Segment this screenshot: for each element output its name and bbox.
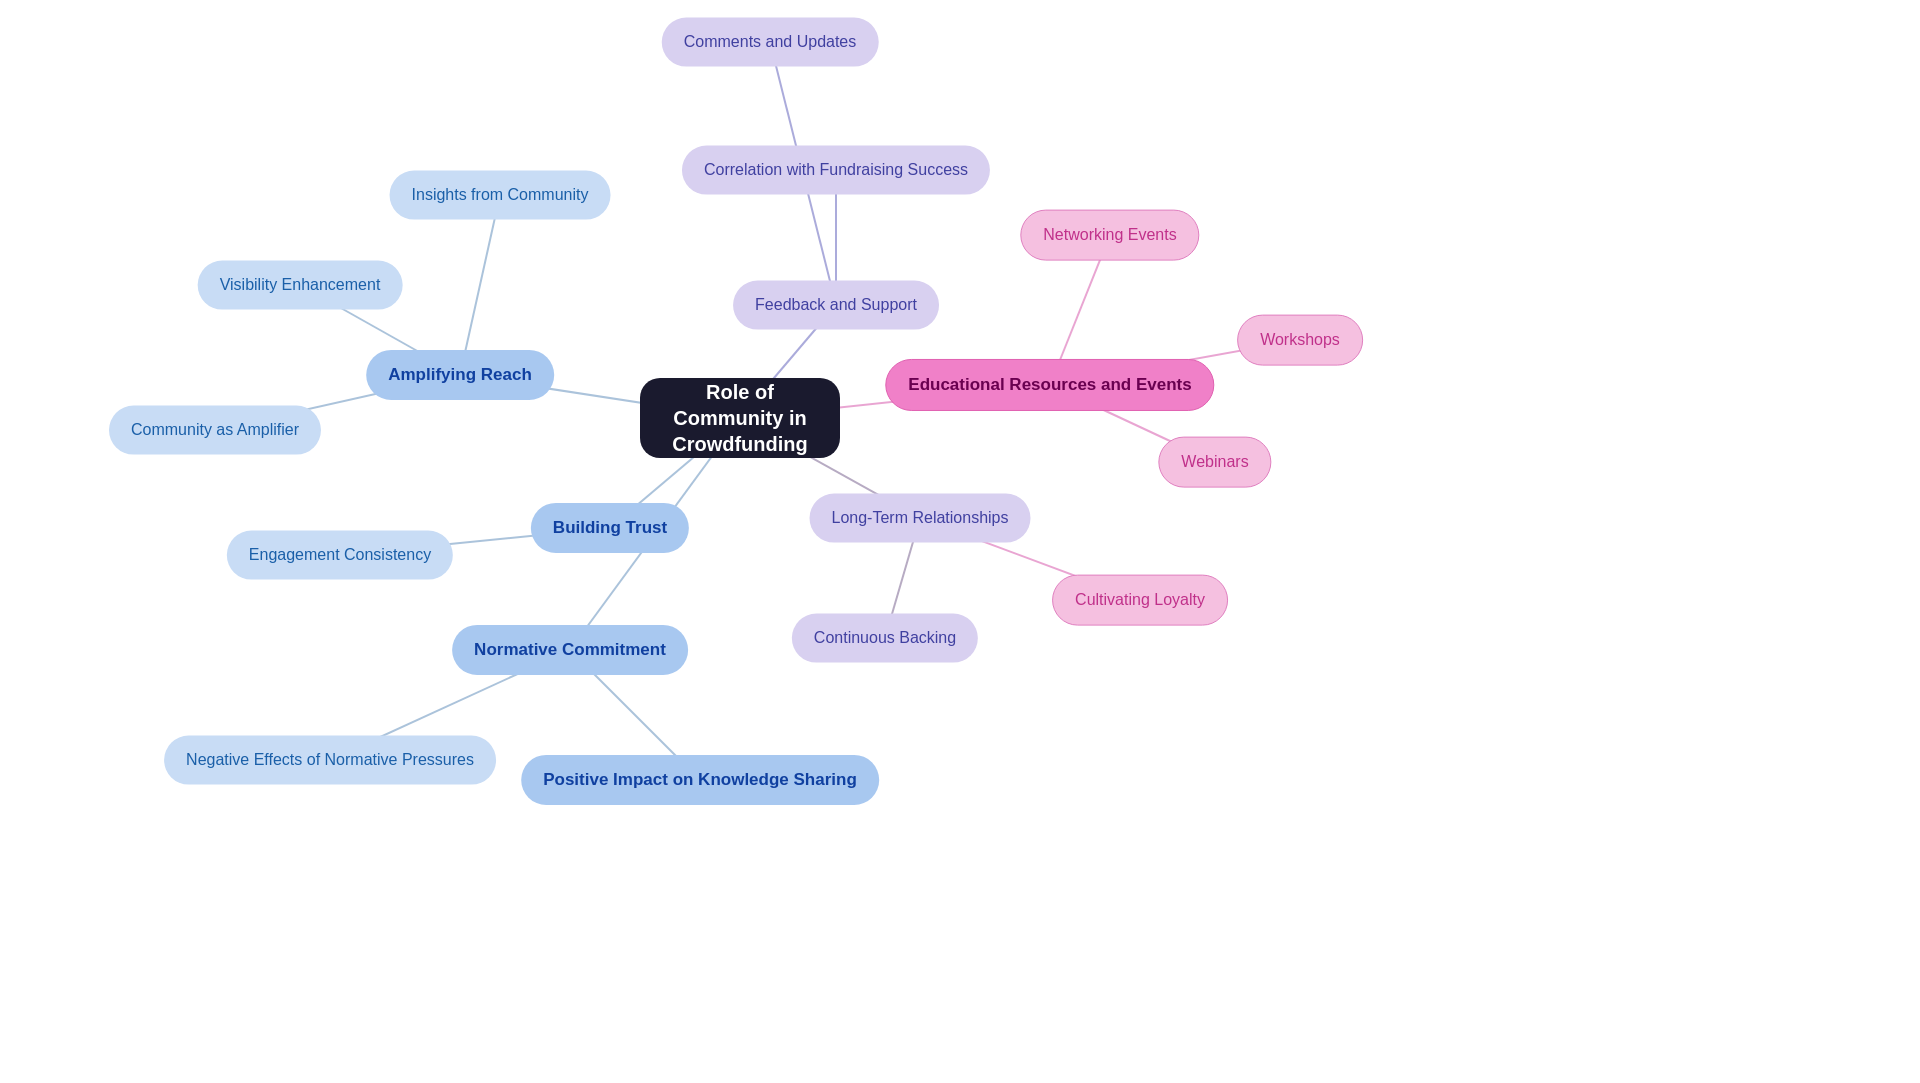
node-feedback: Feedback and Support (733, 281, 939, 330)
node-negative: Negative Effects of Normative Pressures (164, 736, 496, 785)
mindmap-container: Role of Community in Crowdfunding Comment… (0, 0, 1920, 1083)
node-center: Role of Community in Crowdfunding (640, 378, 840, 458)
node-amplifying: Amplifying Reach (366, 350, 554, 400)
node-insights: Insights from Community (390, 171, 611, 220)
node-building_trust: Building Trust (531, 503, 689, 553)
node-webinars: Webinars (1158, 437, 1271, 488)
node-correlation: Correlation with Fundraising Success (682, 146, 990, 195)
node-educational: Educational Resources and Events (885, 359, 1214, 411)
node-long_term: Long-Term Relationships (810, 494, 1031, 543)
node-visibility: Visibility Enhancement (198, 261, 403, 310)
node-positive_impact: Positive Impact on Knowledge Sharing (521, 755, 879, 805)
node-community_amp: Community as Amplifier (109, 406, 321, 455)
node-engagement: Engagement Consistency (227, 531, 453, 580)
svg-line-4 (460, 195, 500, 375)
node-continuous: Continuous Backing (792, 614, 978, 663)
node-normative: Normative Commitment (452, 625, 688, 675)
node-workshops: Workshops (1237, 315, 1363, 366)
node-comments: Comments and Updates (662, 18, 879, 67)
node-cultivating: Cultivating Loyalty (1052, 575, 1228, 626)
node-networking: Networking Events (1020, 210, 1199, 261)
